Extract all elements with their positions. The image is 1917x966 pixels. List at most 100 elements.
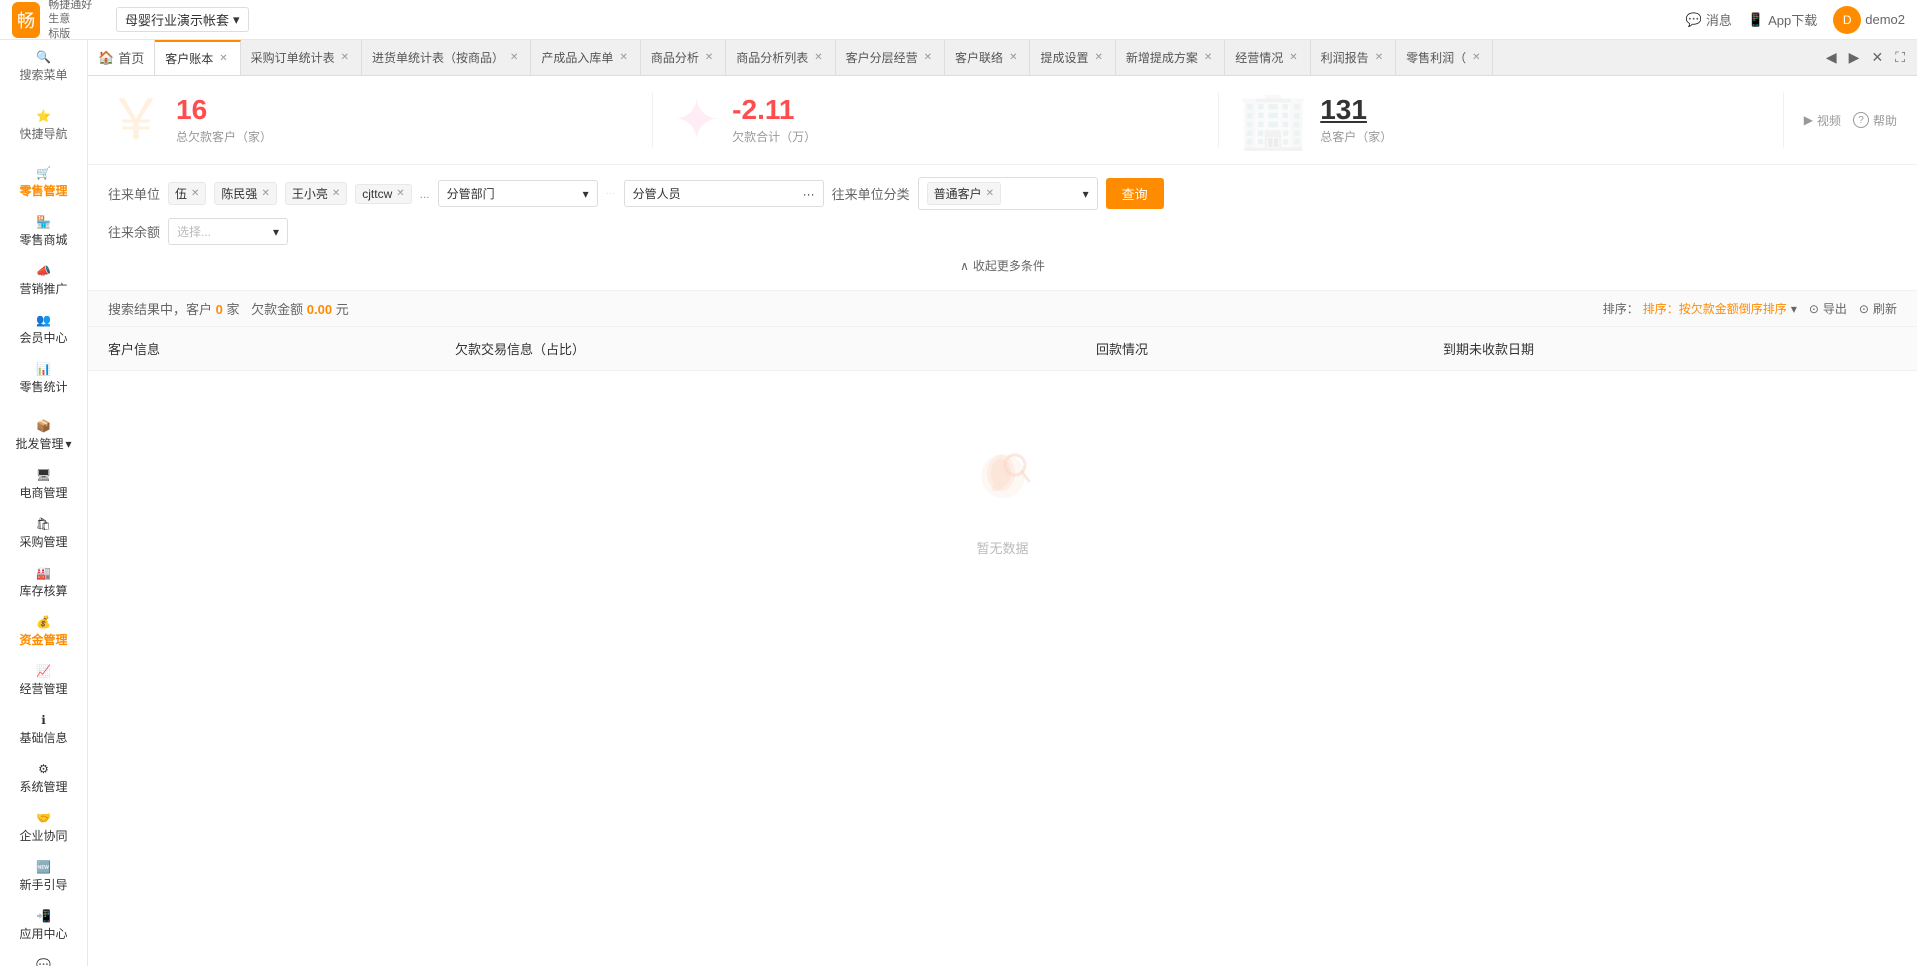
filter-tag-close-3[interactable]: ✕ <box>332 188 340 199</box>
tab-close-purchase-orders[interactable]: ✕ <box>339 51 351 64</box>
manager-selector[interactable]: 分管人员 ··· <box>624 180 824 207</box>
tab-add-plan[interactable]: 新增提成方案 ✕ <box>1116 40 1225 76</box>
quick-nav-button[interactable]: ⭐ 快捷导航 <box>0 101 87 150</box>
sidebar-item-basic-info[interactable]: ℹ 基础信息 <box>0 705 87 754</box>
tab-close-purchase-stats[interactable]: ✕ <box>508 51 520 64</box>
sidebar-item-purchase[interactable]: 🛍 采购管理 <box>0 509 87 558</box>
table-row-empty: 暂无数据 <box>88 371 1917 618</box>
tab-customer-tier[interactable]: 客户分层经营 ✕ <box>836 40 945 76</box>
tab-close-retail-profit[interactable]: ✕ <box>1470 51 1482 64</box>
tab-purchase-orders[interactable]: 采购订单统计表 ✕ <box>241 40 362 76</box>
tabs-close-all-button[interactable]: ✕ <box>1867 47 1887 68</box>
sidebar-item-finance[interactable]: 💰 资金管理 <box>0 607 87 656</box>
system-selector[interactable]: 母婴行业演示帐套 ▾ <box>116 7 249 32</box>
tab-close-add-plan[interactable]: ✕ <box>1202 51 1214 64</box>
tab-settings[interactable]: 提成设置 ✕ <box>1030 40 1115 76</box>
filter-tag-close-2[interactable]: ✕ <box>261 188 269 199</box>
filter-row-1: 往来单位 伍 ✕ 陈民强 ✕ 王小亮 ✕ <box>108 177 1897 210</box>
sort-selector[interactable]: 排序： 排序：按欠款金额倒序排序 ▾ <box>1603 300 1797 317</box>
filter-tag-close-4[interactable]: ✕ <box>396 188 404 199</box>
chevron-down-icon: ··· <box>803 187 815 201</box>
members-icon: 👥 <box>36 313 51 327</box>
wholesale-icon: 📦 <box>36 419 51 433</box>
results-summary: 搜索结果中，客户 0 家 欠款金额 0.00 元 <box>108 299 349 318</box>
sidebar-item-system-mgmt[interactable]: ⚙ 系统管理 <box>0 754 87 803</box>
category-tag-close[interactable]: ✕ <box>986 188 994 199</box>
tab-close-settings[interactable]: ✕ <box>1092 51 1104 64</box>
messages-button[interactable]: 💬 消息 <box>1686 10 1732 29</box>
tabs-expand-button[interactable]: ⛶ <box>1891 47 1909 68</box>
sidebar-item-ecommerce[interactable]: 🖥 电商管理 <box>0 460 87 509</box>
filter-more-indicator[interactable]: ... <box>420 187 430 201</box>
filter-tag-2: 陈民强 ✕ <box>214 182 276 205</box>
stat-debt-info: -2.11 欠款合计（万） <box>732 96 816 145</box>
tab-close-product-analysis[interactable]: ✕ <box>703 51 715 64</box>
sidebar-item-retail-stats[interactable]: 📊 零售统计 <box>0 354 87 403</box>
tab-close-product-analysis-list[interactable]: ✕ <box>812 51 824 64</box>
sidebar-item-members[interactable]: 👥 会员中心 <box>0 305 87 354</box>
help-link[interactable]: ? 帮助 <box>1853 112 1897 129</box>
sidebar-item-wholesale[interactable]: 📦 批发管理 ▾ <box>0 411 87 460</box>
business-icon: 📈 <box>36 664 51 678</box>
sort-chevron-icon: ▾ <box>1791 302 1797 316</box>
sidebar-item-retail[interactable]: 🛒 零售管理 <box>0 158 87 207</box>
tab-close-production-in[interactable]: ✕ <box>617 51 629 64</box>
tab-close-customer-tier[interactable]: ✕ <box>922 51 934 64</box>
surplus-selector[interactable]: 选择... ▾ <box>168 218 288 245</box>
tab-production-in[interactable]: 产成品入库单 ✕ <box>531 40 640 76</box>
collapse-button[interactable]: ∧ 收起更多条件 <box>960 257 1045 274</box>
tab-customers[interactable]: 客户账本 ✕ <box>155 40 240 76</box>
stat-star-icon: ✦ <box>673 92 720 148</box>
marketing-icon: 📣 <box>36 264 51 278</box>
stat-total-customers: ￥ 16 总欠款客户（家） <box>108 92 653 148</box>
tab-profit-report[interactable]: 利润报告 ✕ <box>1311 40 1396 76</box>
app-download-button[interactable]: 📱 App下载 <box>1748 10 1817 29</box>
export-button[interactable]: ⊙ 导出 <box>1809 300 1847 317</box>
sidebar-item-business-mgmt[interactable]: 📈 经营管理 <box>0 656 87 705</box>
tab-retail-profit[interactable]: 零售利润（ ✕ <box>1396 40 1493 76</box>
sidebar-item-enterprise-wechat[interactable]: 💬 企业微信 <box>0 950 87 966</box>
sidebar-item-app-center[interactable]: 📲 应用中心 <box>0 901 87 950</box>
sidebar-item-inventory[interactable]: 🏭 库存核算 <box>0 558 87 607</box>
chevron-down-icon: ▾ <box>583 187 589 201</box>
filter-row-2: 往来余额 选择... ▾ <box>108 218 1897 245</box>
ecommerce-icon: 🖥 <box>36 468 51 482</box>
stats-icon: 📊 <box>36 362 51 376</box>
refresh-button[interactable]: ⊙ 刷新 <box>1859 300 1897 317</box>
search-button[interactable]: 查询 <box>1106 178 1164 209</box>
tab-close-customer-contact[interactable]: ✕ <box>1007 51 1019 64</box>
tabs-bar: 🏠 首页 客户账本 ✕ 采购订单统计表 ✕ 进货单统计表（按商品） ✕ 产成品入… <box>88 40 1917 76</box>
tab-close-customers[interactable]: ✕ <box>217 52 229 65</box>
sidebar-item-enterprise-coop[interactable]: 🤝 企业协同 <box>0 803 87 852</box>
sidebar-item-new-guide[interactable]: 🆕 新手引导 <box>0 852 87 901</box>
tabs-prev-button[interactable]: ◀ <box>1822 47 1841 68</box>
inventory-icon: 🏭 <box>36 566 51 580</box>
sidebar-item-retail-store[interactable]: 🏪 零售商城 <box>0 207 87 256</box>
unit-category-selector[interactable]: 普通客户 ✕ ▾ <box>918 177 1098 210</box>
retail-icon: 🛒 <box>36 166 51 180</box>
col-debt-info: 欠款交易信息（占比） <box>435 327 1076 371</box>
filter-tag-4: cjttcw ✕ <box>355 184 411 204</box>
search-menu-button[interactable]: 🔍 搜索菜单 <box>8 50 79 83</box>
dept-selector[interactable]: 分管部门 ▾ <box>438 180 598 207</box>
tab-customer-contact[interactable]: 客户联络 ✕ <box>945 40 1030 76</box>
tab-purchase-stats[interactable]: 进货单统计表（按商品） ✕ <box>362 40 531 76</box>
stat-customers-info: 16 总欠款客户（家） <box>176 96 272 145</box>
tab-home[interactable]: 🏠 首页 <box>88 40 155 76</box>
page-content: ￥ 16 总欠款客户（家） ✦ -2.11 欠款合计（万） <box>88 76 1917 966</box>
video-link[interactable]: ▶ 视频 <box>1804 112 1841 129</box>
tab-product-analysis-list[interactable]: 商品分析列表 ✕ <box>726 40 835 76</box>
tab-product-analysis[interactable]: 商品分析 ✕ <box>641 40 726 76</box>
tab-close-operations[interactable]: ✕ <box>1287 51 1299 64</box>
download-icon: 📱 <box>1748 12 1764 28</box>
filter-tag-close-1[interactable]: ✕ <box>191 188 199 199</box>
tabs-next-button[interactable]: ▶ <box>1845 47 1864 68</box>
tab-operations[interactable]: 经营情况 ✕ <box>1225 40 1310 76</box>
tabs-controls: ◀ ▶ ✕ ⛶ <box>1814 47 1917 68</box>
user-avatar-button[interactable]: D demo2 <box>1833 6 1905 34</box>
table-header-row: 客户信息 欠款交易信息（占比） 回款情况 到期未收款日期 <box>88 327 1917 371</box>
info-icon: ℹ <box>41 713 46 727</box>
filter-tag-3: 王小亮 ✕ <box>285 182 347 205</box>
tab-close-profit-report[interactable]: ✕ <box>1373 51 1385 64</box>
sidebar-item-marketing[interactable]: 📣 营销推广 <box>0 256 87 305</box>
